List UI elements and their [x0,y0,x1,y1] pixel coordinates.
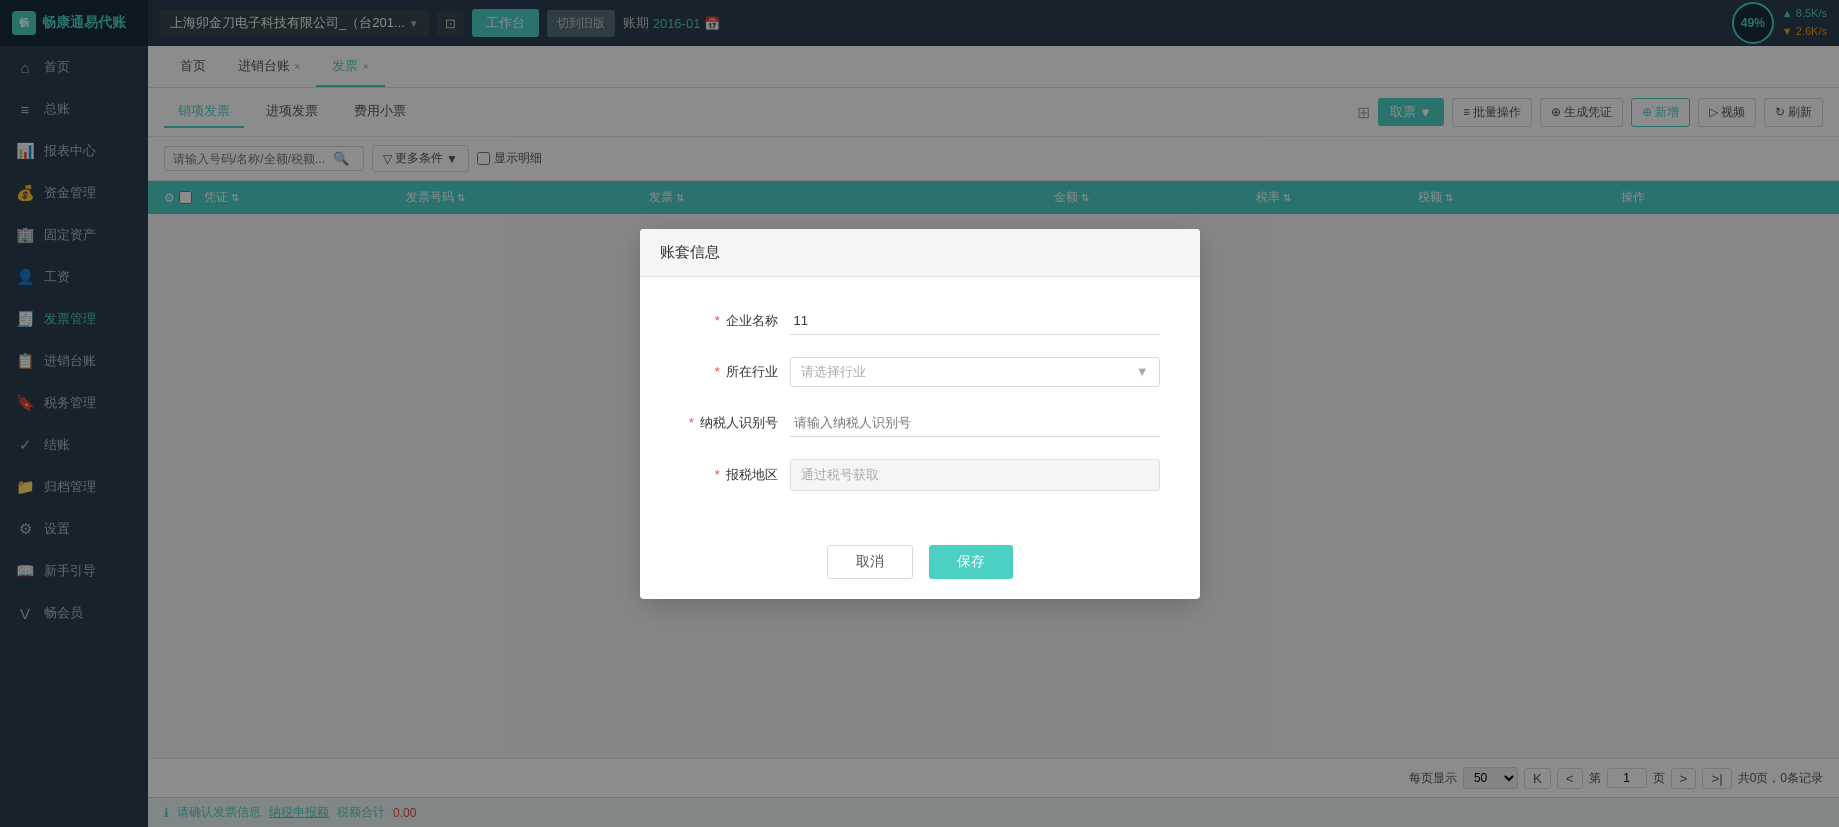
save-button[interactable]: 保存 [929,545,1013,579]
modal-dialog: 账套信息 * 企业名称 * 所在行业 请选择行业 ▼ [640,229,1200,599]
tax-region-label: * 报税地区 [680,466,790,484]
form-row-company: * 企业名称 [680,307,1160,335]
form-row-tax-id: * 纳税人识别号 [680,409,1160,437]
tax-region-display: 通过税号获取 [790,459,1160,491]
form-row-industry: * 所在行业 请选择行业 ▼ [680,357,1160,387]
industry-select[interactable]: 请选择行业 ▼ [790,357,1160,387]
company-name-label: * 企业名称 [680,312,790,330]
modal-header: 账套信息 [640,229,1200,277]
cancel-button[interactable]: 取消 [827,545,913,579]
tax-id-input[interactable] [790,409,1160,437]
modal-footer: 取消 保存 [640,533,1200,599]
tax-id-label: * 纳税人识别号 [680,414,790,432]
modal-body: * 企业名称 * 所在行业 请选择行业 ▼ * 纳 [640,277,1200,533]
modal-overlay: 账套信息 * 企业名称 * 所在行业 请选择行业 ▼ [0,0,1839,827]
form-row-tax-region: * 报税地区 通过税号获取 [680,459,1160,491]
company-name-input[interactable] [790,307,1160,335]
industry-label: * 所在行业 [680,363,790,381]
chevron-down-icon: ▼ [1136,364,1149,379]
